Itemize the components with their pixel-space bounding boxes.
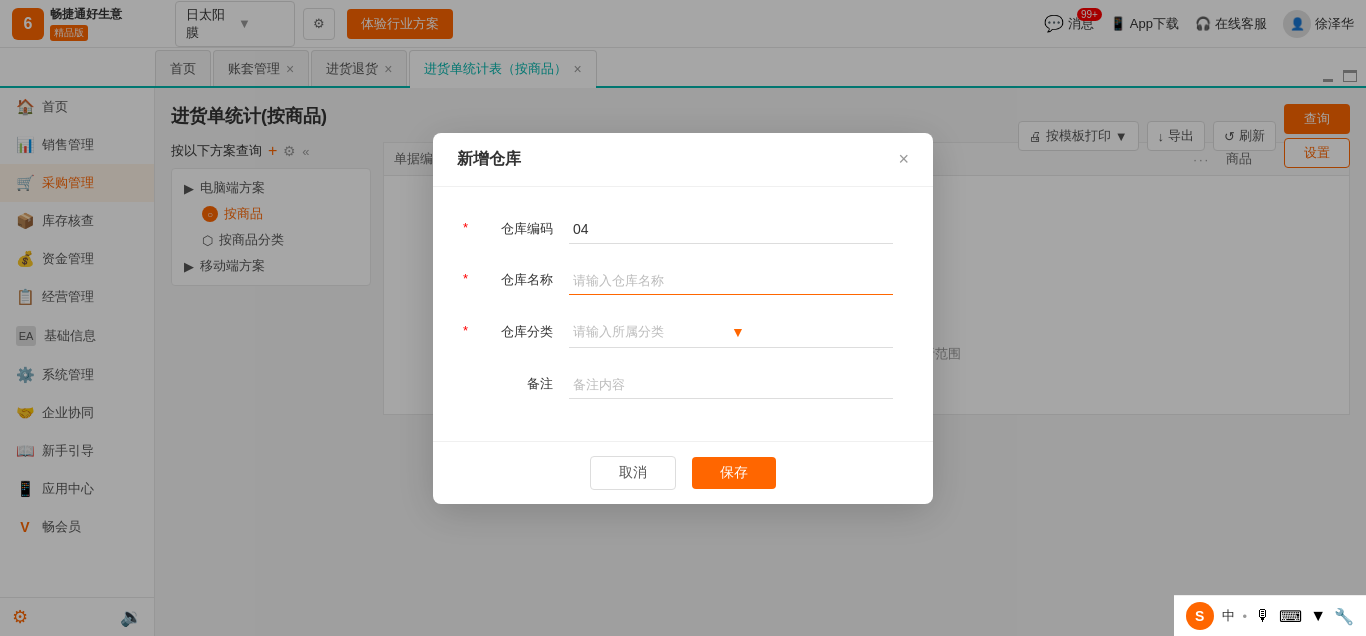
form-row-category: 仓库分类 请输入所属分类 ▼ (473, 317, 893, 348)
bottom-lang: 中 (1222, 607, 1235, 625)
category-placeholder: 请输入所属分类 (573, 323, 731, 341)
name-input[interactable] (569, 266, 893, 295)
bottom-bar: S 中 • 🎙 ⌨ ▼ 🔧 (1174, 595, 1366, 636)
dialog-footer: 取消 保存 (433, 441, 933, 504)
remark-label: 备注 (473, 375, 553, 393)
form-row-name: 仓库名称 (473, 266, 893, 295)
remark-input[interactable] (569, 370, 893, 399)
bottom-keyboard-icon[interactable]: ⌨ (1279, 607, 1302, 626)
name-label: 仓库名称 (473, 271, 553, 289)
modal-overlay[interactable]: 新增仓库 × 仓库编码 仓库名称 仓库分类 请输入所属分类 ▼ (0, 0, 1366, 636)
dialog-header: 新增仓库 × (433, 133, 933, 187)
dialog-new-warehouse: 新增仓库 × 仓库编码 仓库名称 仓库分类 请输入所属分类 ▼ (433, 133, 933, 504)
bottom-settings-icon[interactable]: ▼ (1310, 607, 1326, 625)
dialog-close-icon[interactable]: × (898, 149, 909, 170)
code-input[interactable] (569, 215, 893, 244)
save-button[interactable]: 保存 (692, 457, 776, 489)
dialog-title: 新增仓库 (457, 149, 521, 170)
category-arrow-icon: ▼ (731, 324, 889, 340)
bottom-dot1: • (1243, 609, 1248, 624)
bottom-mic-icon[interactable]: 🎙 (1255, 607, 1271, 625)
category-select[interactable]: 请输入所属分类 ▼ (569, 317, 893, 348)
dialog-body: 仓库编码 仓库名称 仓库分类 请输入所属分类 ▼ 备注 (433, 187, 933, 441)
cancel-button[interactable]: 取消 (590, 456, 676, 490)
bottom-extra-icon[interactable]: 🔧 (1334, 607, 1354, 626)
form-row-code: 仓库编码 (473, 215, 893, 244)
code-label: 仓库编码 (473, 220, 553, 238)
bottom-logo: S (1186, 602, 1214, 630)
category-label: 仓库分类 (473, 323, 553, 341)
form-row-remark: 备注 (473, 370, 893, 399)
